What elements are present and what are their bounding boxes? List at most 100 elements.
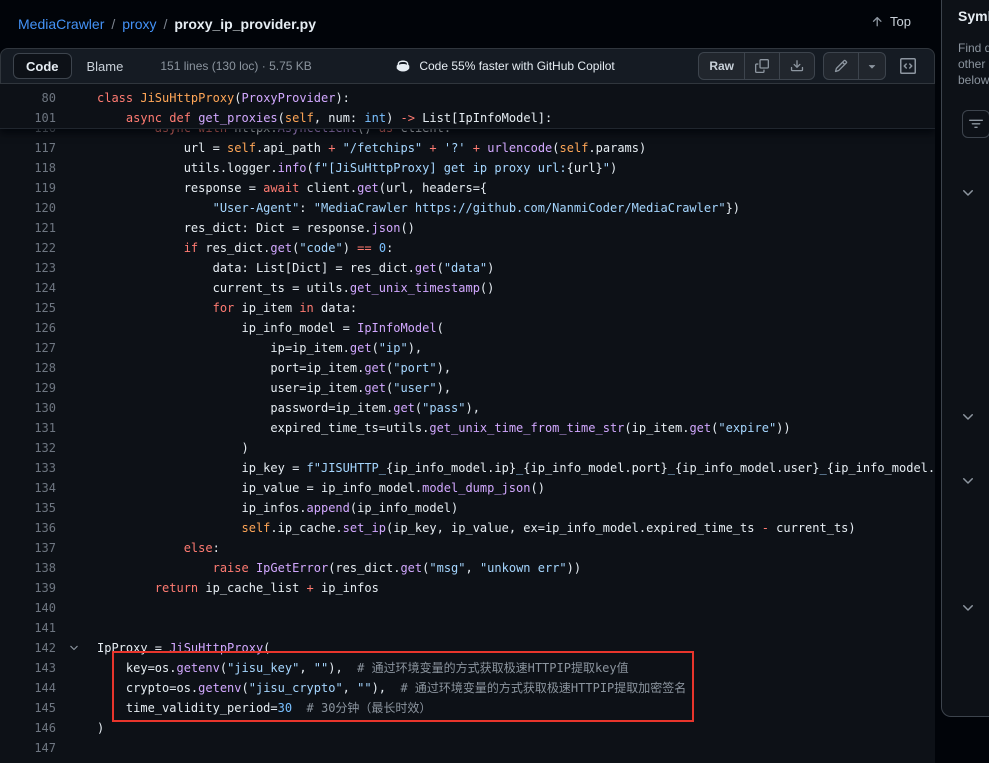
- line-number[interactable]: 124: [0, 278, 56, 298]
- fold-slot: [56, 698, 97, 718]
- download-button[interactable]: [780, 53, 814, 79]
- code-text: data: List[Dict] = res_dict.get("data"): [97, 258, 494, 278]
- code-text: port=ip_item.get("port"),: [97, 358, 451, 378]
- code-view: 116 async with httpx.AsyncClient() as cl…: [0, 84, 935, 763]
- symbol-group-chevron[interactable]: [960, 185, 976, 201]
- line-number[interactable]: 136: [0, 518, 56, 538]
- symbols-panel-description: Find definitions and references for func…: [958, 40, 989, 88]
- fold-slot: [56, 318, 97, 338]
- code-line-119: 119 response = await client.get(url, hea…: [0, 178, 935, 198]
- pencil-icon: [834, 59, 848, 73]
- code-line-118: 118 utils.logger.info(f"[JiSuHttpProxy] …: [0, 158, 935, 178]
- fold-slot: [56, 458, 97, 478]
- line-number[interactable]: 121: [0, 218, 56, 238]
- line-number[interactable]: 131: [0, 418, 56, 438]
- tab-blame[interactable]: Blame: [74, 53, 137, 79]
- tab-code[interactable]: Code: [13, 53, 72, 79]
- line-number[interactable]: 128: [0, 358, 56, 378]
- code-line-129: 129 user=ip_item.get("user"),: [0, 378, 935, 398]
- code-text: utils.logger.info(f"[JiSuHttpProxy] get …: [97, 158, 617, 178]
- code-line-133: 133 ip_key = f"JISUHTTP_{ip_info_model.i…: [0, 458, 935, 478]
- code-line-121: 121 res_dict: Dict = response.json(): [0, 218, 935, 238]
- copy-button[interactable]: [745, 53, 780, 79]
- line-number[interactable]: 127: [0, 338, 56, 358]
- symbol-group-chevron[interactable]: [960, 409, 976, 425]
- line-number[interactable]: 119: [0, 178, 56, 198]
- code-line-135: 135 ip_infos.append(ip_info_model): [0, 498, 935, 518]
- fold-slot: [56, 198, 97, 218]
- line-number[interactable]: 142: [0, 638, 56, 658]
- fold-slot: [56, 418, 97, 438]
- code-line-141: 141: [0, 618, 935, 638]
- breadcrumb-file-name: proxy_ip_provider.py: [174, 16, 316, 32]
- line-number[interactable]: 132: [0, 438, 56, 458]
- line-number[interactable]: 145: [0, 698, 56, 718]
- breadcrumb-repo-link[interactable]: MediaCrawler: [18, 16, 104, 32]
- raw-button[interactable]: Raw: [699, 53, 745, 79]
- line-number[interactable]: 138: [0, 558, 56, 578]
- copilot-banner-text: Code 55% faster with GitHub Copilot: [419, 59, 614, 73]
- triangle-down-icon: [865, 59, 879, 73]
- code-text: ip_infos.append(ip_info_model): [97, 498, 458, 518]
- code-text: "User-Agent": "MediaCrawler https://gith…: [97, 198, 740, 218]
- line-number[interactable]: 137: [0, 538, 56, 558]
- line-number[interactable]: 134: [0, 478, 56, 498]
- line-number[interactable]: 139: [0, 578, 56, 598]
- breadcrumb-folder-link[interactable]: proxy: [122, 16, 156, 32]
- fold-slot: [56, 258, 97, 278]
- line-number[interactable]: 117: [0, 138, 56, 158]
- line-number[interactable]: 143: [0, 658, 56, 678]
- line-number[interactable]: 125: [0, 298, 56, 318]
- file-view-column: MediaCrawler / proxy / proxy_ip_provider…: [0, 0, 935, 763]
- code-text: time_validity_period=30 # 30分钟（最长时效）: [97, 698, 431, 718]
- code-text: return ip_cache_list + ip_infos: [97, 578, 379, 598]
- line-number[interactable]: 122: [0, 238, 56, 258]
- code-text: current_ts = utils.get_unix_timestamp(): [97, 278, 494, 298]
- code-text: crypto=os.getenv("jisu_crypto", ""), # 通…: [97, 678, 686, 698]
- fold-chevron-icon[interactable]: [56, 638, 97, 658]
- code-blame-toggle: Code Blame: [13, 53, 136, 79]
- edit-dropdown-button[interactable]: [859, 53, 885, 79]
- code-line-134: 134 ip_value = ip_info_model.model_dump_…: [0, 478, 935, 498]
- line-number[interactable]: 130: [0, 398, 56, 418]
- file-toolbar: Code Blame 151 lines (130 loc) · 5.75 KB…: [0, 48, 935, 84]
- edit-button[interactable]: [824, 53, 859, 79]
- line-number[interactable]: 147: [0, 738, 56, 758]
- copilot-icon: [395, 58, 411, 74]
- code-text: password=ip_item.get("pass"),: [97, 398, 480, 418]
- line-number[interactable]: 123: [0, 258, 56, 278]
- symbols-panel-toggle-button[interactable]: [894, 52, 922, 80]
- symbol-group-chevron[interactable]: [960, 600, 976, 616]
- code-text: ip_info_model = IpInfoModel(: [97, 318, 444, 338]
- code-line-144: 144 crypto=os.getenv("jisu_crypto", ""),…: [0, 678, 935, 698]
- line-number[interactable]: 120: [0, 198, 56, 218]
- line-number[interactable]: 101: [0, 108, 56, 128]
- line-number[interactable]: 118: [0, 158, 56, 178]
- symbols-filter-button[interactable]: [962, 110, 989, 138]
- code-line-117: 117 url = self.api_path + "/fetchips" + …: [0, 138, 935, 158]
- code-line-147: 147: [0, 738, 935, 758]
- line-number[interactable]: 126: [0, 318, 56, 338]
- symbol-group-chevron[interactable]: [960, 473, 976, 489]
- line-number[interactable]: 135: [0, 498, 56, 518]
- code-line-142: 142IpProxy = JiSuHttpProxy(: [0, 638, 935, 658]
- symbols-description-line: below or in the code.: [958, 72, 989, 88]
- scroll-to-top-button[interactable]: Top: [862, 10, 919, 33]
- line-number[interactable]: 133: [0, 458, 56, 478]
- copilot-banner[interactable]: Code 55% faster with GitHub Copilot: [395, 58, 614, 74]
- line-number[interactable]: 141: [0, 618, 56, 638]
- line-number[interactable]: 129: [0, 378, 56, 398]
- code-text: res_dict: Dict = response.json(): [97, 218, 415, 238]
- line-number[interactable]: 146: [0, 718, 56, 738]
- code-line-128: 128 port=ip_item.get("port"),: [0, 358, 935, 378]
- code-line-101: 101 async def get_proxies(self, num: int…: [0, 108, 935, 128]
- copy-icon: [755, 59, 769, 73]
- code-text: ): [97, 718, 104, 738]
- line-number[interactable]: 140: [0, 598, 56, 618]
- code-text: response = await client.get(url, headers…: [97, 178, 487, 198]
- code-text: self.ip_cache.set_ip(ip_key, ip_value, e…: [97, 518, 856, 538]
- line-number[interactable]: 80: [0, 88, 56, 108]
- fold-slot: [56, 498, 97, 518]
- fold-slot: [56, 598, 97, 618]
- line-number[interactable]: 144: [0, 678, 56, 698]
